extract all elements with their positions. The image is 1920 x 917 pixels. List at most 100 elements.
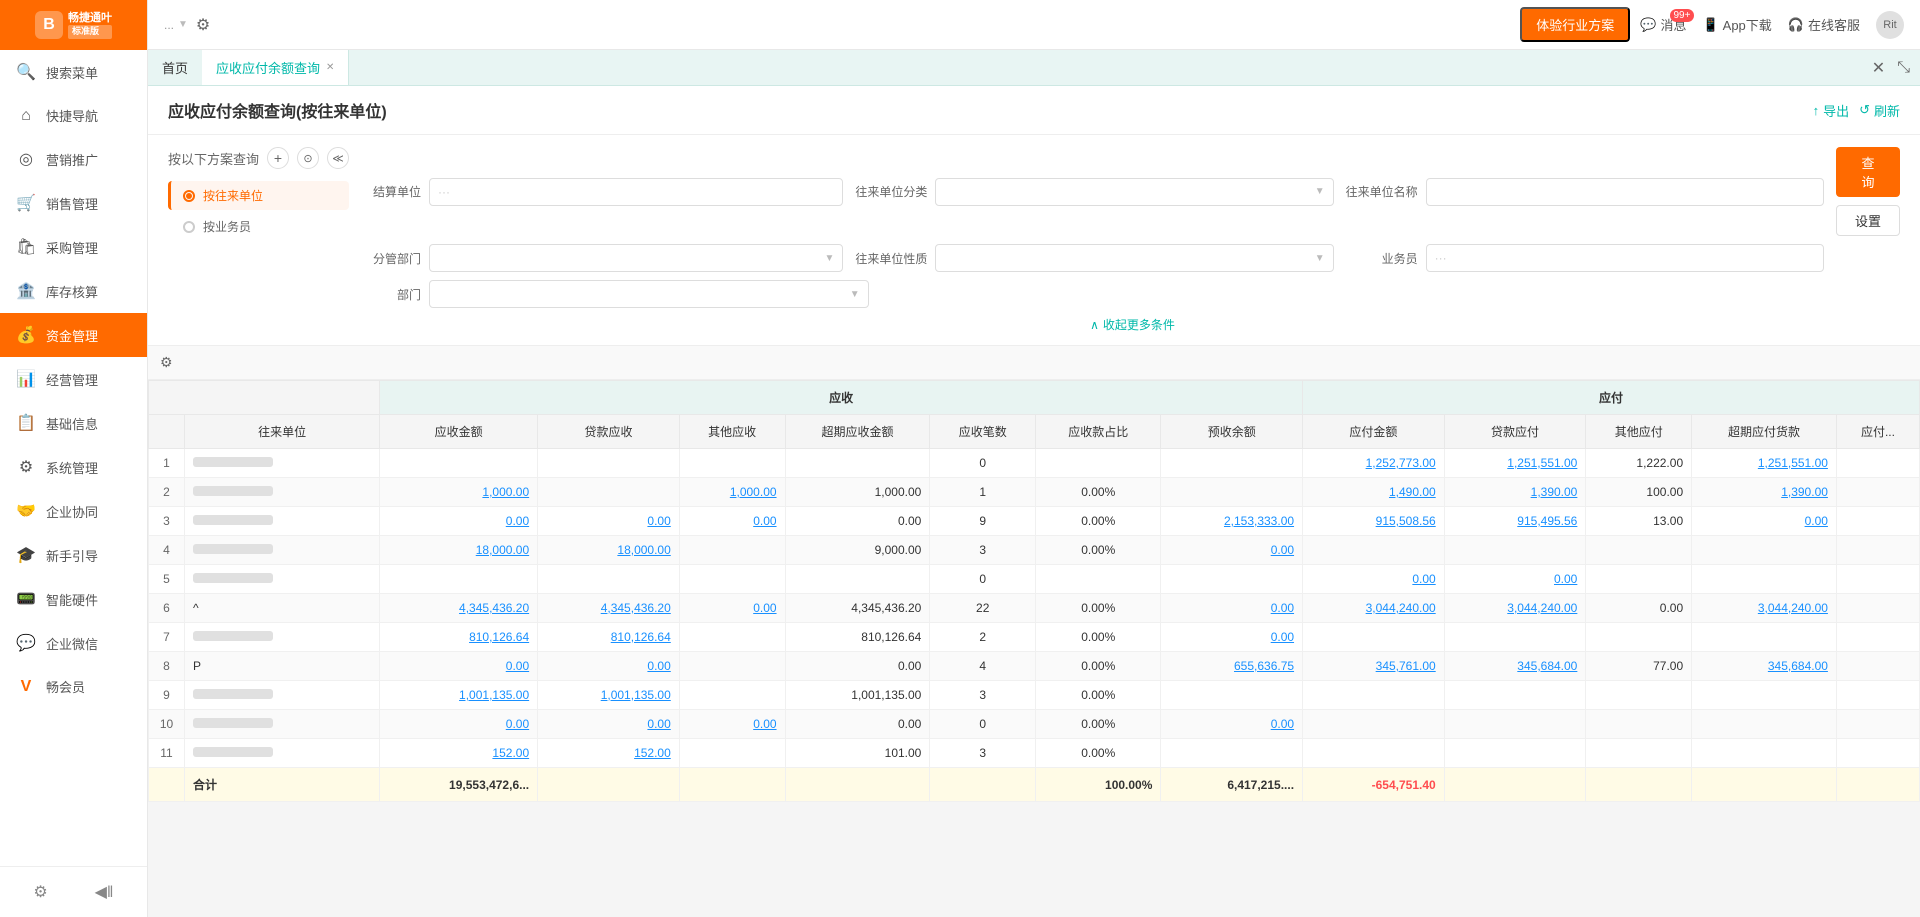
sidebar-item-guide[interactable]: 🎓 新手引导 [0, 533, 147, 577]
table-cell[interactable]: 1,000.00 [679, 478, 785, 507]
table-cell[interactable] [1692, 536, 1837, 565]
table-cell[interactable] [1161, 449, 1303, 478]
sidebar-item-collab[interactable]: 🤝 企业协同 [0, 489, 147, 533]
sidebar-item-inventory[interactable]: 🏦 库存核算 [0, 269, 147, 313]
sidebar-item-sales[interactable]: 🛒 销售管理 [0, 181, 147, 225]
filter-collapse-btn[interactable]: ≪ [327, 147, 349, 169]
sidebar-item-hardware[interactable]: 📟 智能硬件 [0, 577, 147, 621]
table-cell[interactable] [679, 739, 785, 768]
table-cell[interactable] [380, 565, 538, 594]
sidebar-item-quick-nav[interactable]: ⌂ 快捷导航 [0, 94, 147, 137]
table-cell[interactable] [679, 681, 785, 710]
settlement-unit-input[interactable]: ··· [429, 178, 843, 206]
sidebar-item-basic-info[interactable]: 📋 基础信息 [0, 401, 147, 445]
table-cell[interactable] [1303, 710, 1445, 739]
table-cell[interactable]: 3,044,240.00 [1303, 594, 1445, 623]
table-cell[interactable]: 152.00 [538, 739, 680, 768]
table-cell[interactable] [1161, 478, 1303, 507]
table-cell[interactable] [1161, 681, 1303, 710]
table-cell[interactable] [380, 449, 538, 478]
table-cell[interactable] [1692, 739, 1837, 768]
table-cell[interactable]: 0.00 [1303, 565, 1445, 594]
sidebar-item-finance[interactable]: 💰 资金管理 [0, 313, 147, 357]
table-cell[interactable]: 1,390.00 [1692, 478, 1837, 507]
table-cell[interactable]: 0.00 [380, 652, 538, 681]
table-cell[interactable]: 0.00 [1161, 710, 1303, 739]
table-cell[interactable]: 810,126.64 [380, 623, 538, 652]
sidebar-item-purchase[interactable]: 🛍 采购管理 [0, 225, 147, 269]
table-cell[interactable]: 810,126.64 [538, 623, 680, 652]
table-cell[interactable]: 0.00 [538, 507, 680, 536]
table-cell[interactable] [1692, 710, 1837, 739]
table-settings-icon[interactable]: ⚙ [160, 354, 173, 371]
header-gear-icon[interactable]: ⚙ [192, 11, 214, 39]
sidebar-item-search-menu[interactable]: 🔍 搜索菜单 [0, 50, 147, 94]
table-cell[interactable]: 655,636.75 [1161, 652, 1303, 681]
table-cell[interactable]: 0.00 [679, 710, 785, 739]
table-cell[interactable] [1303, 681, 1445, 710]
table-cell[interactable] [1444, 536, 1586, 565]
partner-nature-input[interactable]: ▼ [935, 244, 1333, 272]
partner-name-input[interactable] [1426, 178, 1824, 206]
data-table-scroll[interactable]: 应收 应付 往来单位 应收金额 贷款应收 其他应收 超期应收金额 应收笔数 应收… [148, 380, 1920, 802]
message-button[interactable]: 💬 消息 99+ [1640, 15, 1686, 34]
table-cell[interactable] [679, 565, 785, 594]
table-cell[interactable]: 3,044,240.00 [1692, 594, 1837, 623]
filter-collapse-button[interactable]: ∧ 收起更多条件 [365, 312, 1900, 337]
dept-input[interactable]: ▼ [429, 280, 869, 308]
table-cell[interactable] [679, 623, 785, 652]
sidebar-settings-btn[interactable]: ⚙ [28, 877, 52, 907]
partner-category-input[interactable]: ▼ [935, 178, 1333, 206]
table-cell[interactable] [1444, 739, 1586, 768]
sidebar-item-marketing[interactable]: ◎ 营销推广 [0, 137, 147, 181]
tab-home[interactable]: 首页 [148, 50, 202, 85]
table-cell[interactable]: 0.00 [1692, 507, 1837, 536]
table-cell[interactable]: 0.00 [1161, 594, 1303, 623]
table-cell[interactable]: 0.00 [1444, 565, 1586, 594]
table-cell[interactable]: 0.00 [538, 652, 680, 681]
table-cell[interactable]: 345,684.00 [1692, 652, 1837, 681]
table-cell[interactable]: 1,251,551.00 [1692, 449, 1837, 478]
table-cell[interactable] [1692, 565, 1837, 594]
settings-button[interactable]: 设置 [1836, 205, 1900, 236]
sidebar-item-system[interactable]: ⚙ 系统管理 [0, 445, 147, 489]
app-download-button[interactable]: 📱 App下载 [1702, 15, 1771, 34]
table-cell[interactable] [538, 449, 680, 478]
sidebar-item-wechat[interactable]: 💬 企业微信 [0, 621, 147, 665]
sidebar-item-operations[interactable]: 📊 经营管理 [0, 357, 147, 401]
branch-dept-input[interactable]: ▼ [429, 244, 843, 272]
table-cell[interactable]: 4,345,436.20 [380, 594, 538, 623]
table-cell[interactable] [679, 449, 785, 478]
table-cell[interactable]: 3,044,240.00 [1444, 594, 1586, 623]
table-cell[interactable]: 1,490.00 [1303, 478, 1445, 507]
promo-button[interactable]: 体验行业方案 [1520, 7, 1630, 42]
sidebar-item-vip[interactable]: V 畅会员 [0, 665, 147, 708]
table-cell[interactable] [1692, 623, 1837, 652]
table-cell[interactable]: 915,495.56 [1444, 507, 1586, 536]
table-cell[interactable]: 18,000.00 [380, 536, 538, 565]
table-cell[interactable] [1303, 623, 1445, 652]
table-cell[interactable]: 18,000.00 [538, 536, 680, 565]
table-cell[interactable] [1303, 739, 1445, 768]
table-cell[interactable]: 152.00 [380, 739, 538, 768]
tab-ar-ap[interactable]: 应收应付余额查询 ✕ [202, 50, 349, 85]
table-cell[interactable]: 1,001,135.00 [380, 681, 538, 710]
table-cell[interactable]: 0.00 [679, 594, 785, 623]
table-cell[interactable] [1444, 710, 1586, 739]
table-cell[interactable]: 345,684.00 [1444, 652, 1586, 681]
table-cell[interactable]: 915,508.56 [1303, 507, 1445, 536]
table-cell[interactable]: 0.00 [380, 507, 538, 536]
table-cell[interactable]: 0.00 [1161, 536, 1303, 565]
tab-close-icon[interactable]: ✕ [326, 62, 334, 73]
table-cell[interactable]: 1,390.00 [1444, 478, 1586, 507]
table-cell[interactable]: 0.00 [380, 710, 538, 739]
table-cell[interactable] [1444, 681, 1586, 710]
filter-add-button[interactable]: + [267, 147, 289, 169]
table-cell[interactable]: 0.00 [538, 710, 680, 739]
table-cell[interactable]: 2,153,333.00 [1161, 507, 1303, 536]
filter-target-btn[interactable]: ⊙ [297, 147, 319, 169]
table-cell[interactable]: 4,345,436.20 [538, 594, 680, 623]
query-button[interactable]: 查询 [1836, 147, 1900, 197]
sidebar-collapse-btn[interactable]: ◀‖ [90, 877, 119, 907]
export-button[interactable]: ↑ 导出 [1813, 101, 1850, 120]
